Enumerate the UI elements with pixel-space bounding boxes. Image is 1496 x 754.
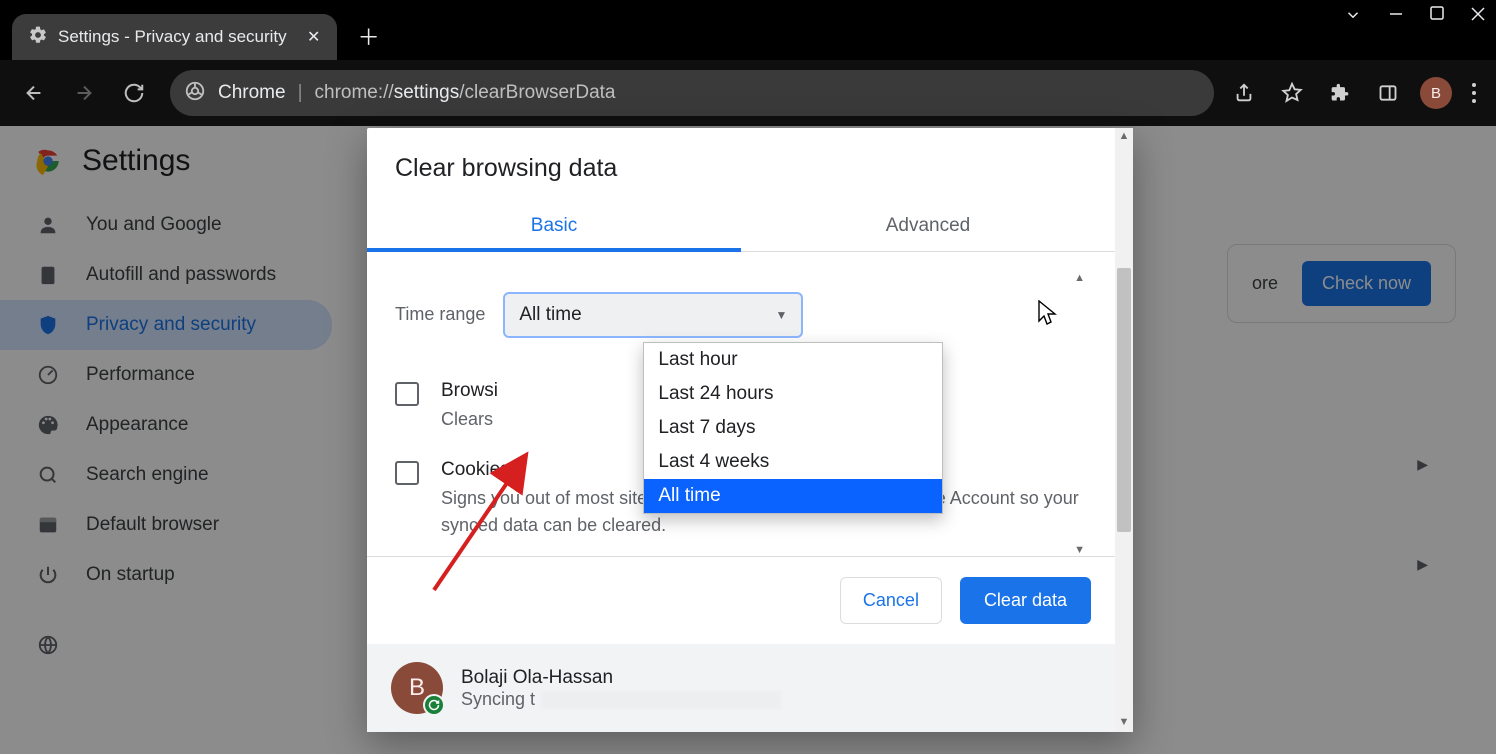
sidepanel-icon[interactable]: [1372, 77, 1404, 109]
sidebar-item-languages[interactable]: [0, 620, 332, 670]
chevron-right-icon[interactable]: ▶: [1417, 456, 1428, 473]
account-avatar: B: [391, 662, 443, 714]
time-range-label: Time range: [395, 292, 485, 325]
tab-basic[interactable]: Basic: [367, 201, 741, 251]
chevron-right-icon[interactable]: ▶: [1417, 556, 1428, 573]
clear-data-button[interactable]: Clear data: [960, 577, 1091, 624]
url-scheme-label: Chrome: [218, 82, 286, 104]
safety-check-card: ore Check now: [1227, 244, 1456, 323]
power-icon: [36, 564, 60, 586]
time-range-select[interactable]: All time ▼: [503, 292, 803, 338]
palette-icon: [36, 414, 60, 436]
reload-button[interactable]: [112, 71, 156, 115]
browsing-history-checkbox[interactable]: [395, 382, 419, 406]
bookmark-star-icon[interactable]: [1276, 77, 1308, 109]
cancel-button[interactable]: Cancel: [840, 577, 942, 624]
chrome-logo-icon: [32, 145, 64, 177]
time-range-dropdown: Last hour Last 24 hours Last 7 days Last…: [643, 342, 943, 514]
close-window-icon[interactable]: [1470, 6, 1486, 24]
sidebar-item-search-engine[interactable]: Search engine: [0, 450, 332, 500]
check-now-button[interactable]: Check now: [1302, 261, 1431, 306]
option-all-time[interactable]: All time: [644, 479, 942, 513]
sidebar-item-on-startup[interactable]: On startup: [0, 550, 332, 600]
url-divider: |: [298, 82, 303, 104]
sidebar-item-label: Privacy and security: [86, 314, 256, 336]
sync-badge-icon: [423, 694, 445, 716]
clipboard-icon: [36, 264, 60, 286]
dialog-tabs: Basic Advanced: [367, 201, 1115, 252]
sidebar-item-label: Search engine: [86, 464, 209, 486]
redacted-text: [541, 691, 781, 709]
sidebar-item-label: Performance: [86, 364, 195, 386]
option-last-24-hours[interactable]: Last 24 hours: [644, 377, 942, 411]
browser-icon: [36, 514, 60, 536]
window-titlebar: Settings - Privacy and security ✕ ＋: [0, 0, 1496, 60]
extensions-icon[interactable]: [1324, 77, 1356, 109]
tab-title: Settings - Privacy and security: [58, 27, 287, 47]
sidebar-item-label: Default browser: [86, 514, 219, 536]
dropdown-triangle-icon: ▼: [775, 308, 787, 322]
sidebar-item-you-and-google[interactable]: You and Google: [0, 200, 332, 250]
account-row: B Bolaji Ola-Hassan Syncing t: [367, 644, 1115, 732]
chrome-icon: [184, 80, 206, 107]
shield-icon: [36, 314, 60, 336]
new-tab-button[interactable]: ＋: [355, 22, 383, 50]
url-text: chrome://settings/clearBrowserData: [315, 82, 616, 104]
browsing-history-title: Browsi: [441, 380, 498, 402]
gauge-icon: [36, 364, 60, 386]
globe-icon: [36, 634, 60, 656]
sidebar-item-label: On startup: [86, 564, 175, 586]
person-icon: [36, 214, 60, 236]
browsing-history-subtitle: Clears: [441, 406, 498, 433]
account-name: Bolaji Ola-Hassan: [461, 667, 781, 689]
kebab-menu-icon[interactable]: [1468, 83, 1480, 103]
sidebar-item-privacy[interactable]: Privacy and security: [0, 300, 332, 350]
chevron-down-icon[interactable]: [1344, 6, 1362, 24]
clear-browsing-data-dialog: Clear browsing data Basic Advanced ▲ ▼ T…: [367, 128, 1133, 732]
account-sync-status: Syncing t: [461, 689, 781, 710]
scrollbar-thumb[interactable]: [1117, 268, 1131, 532]
tab-advanced[interactable]: Advanced: [741, 201, 1115, 251]
forward-button[interactable]: [62, 71, 106, 115]
minimize-icon[interactable]: [1388, 6, 1404, 24]
back-button[interactable]: [12, 71, 56, 115]
dialog-title: Clear browsing data: [367, 128, 1115, 201]
gear-icon: [28, 25, 48, 50]
option-last-hour[interactable]: Last hour: [644, 343, 942, 377]
sidebar-item-default-browser[interactable]: Default browser: [0, 500, 332, 550]
sidebar-item-label: Autofill and passwords: [86, 264, 276, 286]
window-controls: [1344, 6, 1486, 24]
safety-check-text: ore: [1252, 273, 1278, 294]
cookies-checkbox[interactable]: [395, 461, 419, 485]
browser-tab[interactable]: Settings - Privacy and security ✕: [12, 14, 337, 60]
settings-sidebar: You and Google Autofill and passwords Pr…: [0, 196, 340, 674]
scroll-down-icon[interactable]: ▼: [1115, 716, 1133, 728]
scroll-up-icon[interactable]: ▲: [1074, 272, 1085, 284]
sidebar-item-appearance[interactable]: Appearance: [0, 400, 332, 450]
maximize-icon[interactable]: [1430, 6, 1444, 24]
toolbar: Chrome | chrome://settings/clearBrowserD…: [0, 60, 1496, 126]
sidebar-item-label: You and Google: [86, 214, 222, 236]
sidebar-item-label: Appearance: [86, 414, 188, 436]
sidebar-item-autofill[interactable]: Autofill and passwords: [0, 250, 332, 300]
scroll-down-icon[interactable]: ▼: [1074, 544, 1085, 556]
scroll-up-icon[interactable]: ▲: [1115, 130, 1133, 142]
share-icon[interactable]: [1228, 77, 1260, 109]
page-title: Settings: [82, 144, 190, 178]
close-tab-icon[interactable]: ✕: [303, 27, 325, 47]
search-icon: [36, 464, 60, 486]
time-range-value: All time: [519, 304, 581, 326]
dialog-scrollbar[interactable]: ▲ ▼: [1115, 128, 1133, 732]
dialog-footer: Cancel Clear data: [367, 556, 1115, 644]
address-bar[interactable]: Chrome | chrome://settings/clearBrowserD…: [170, 70, 1214, 116]
option-last-4-weeks[interactable]: Last 4 weeks: [644, 445, 942, 479]
profile-avatar[interactable]: B: [1420, 77, 1452, 109]
sidebar-item-performance[interactable]: Performance: [0, 350, 332, 400]
option-last-7-days[interactable]: Last 7 days: [644, 411, 942, 445]
